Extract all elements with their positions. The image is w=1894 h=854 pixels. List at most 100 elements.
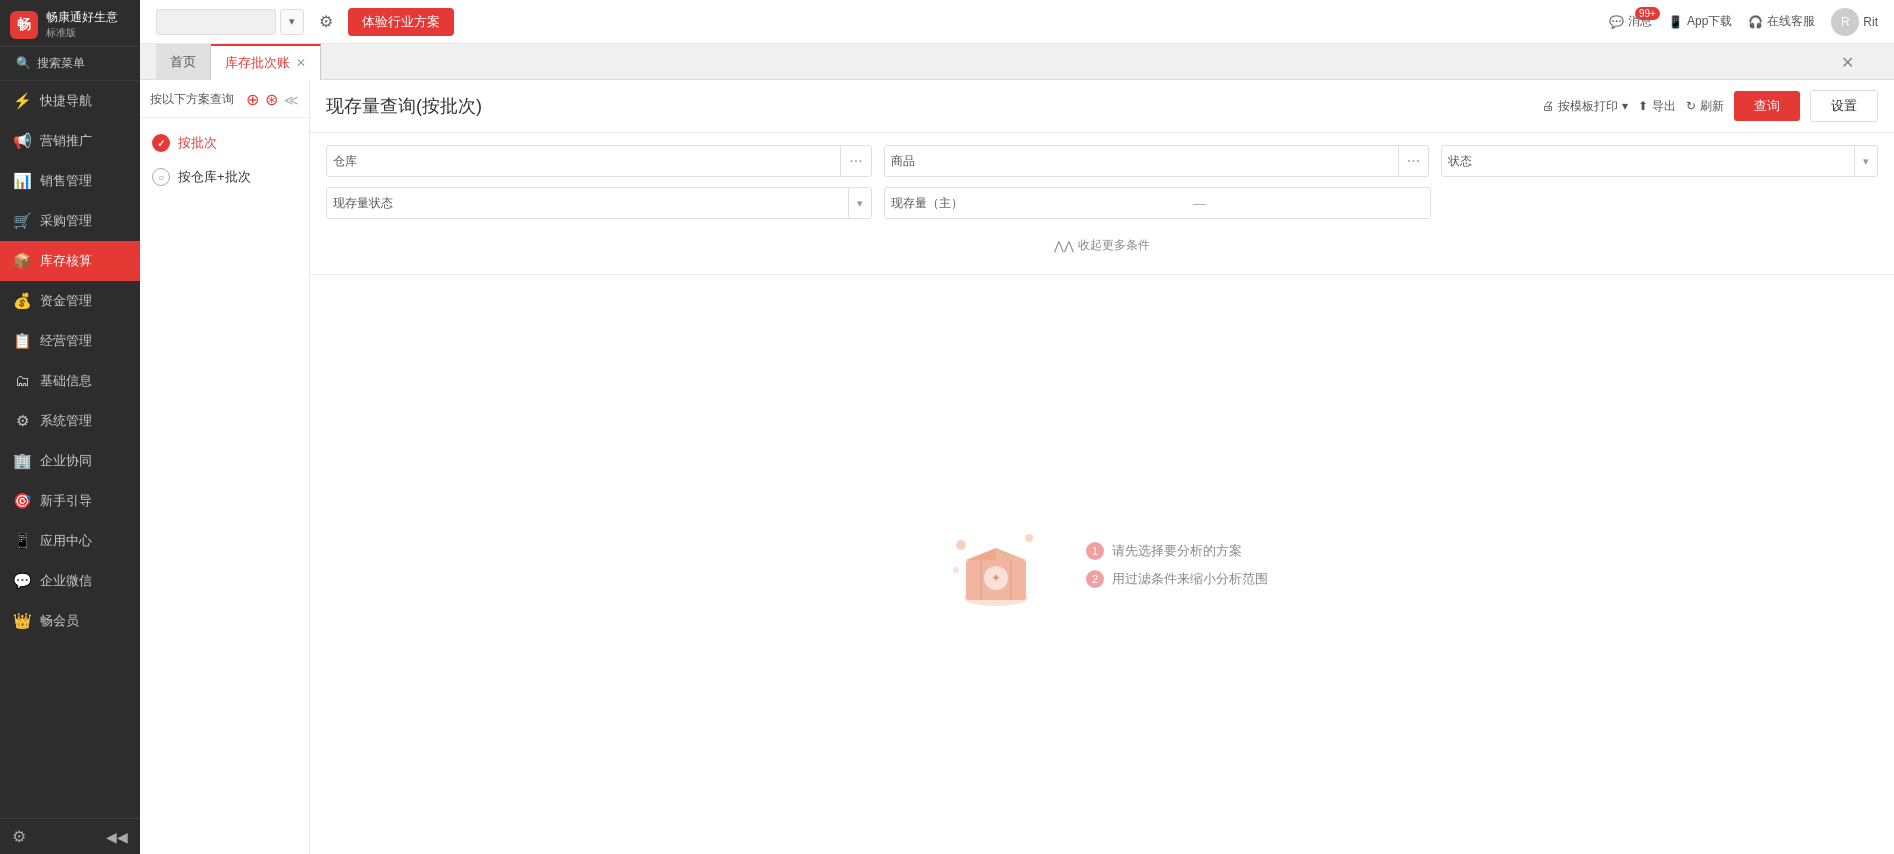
empty-tip-2: 2 用过滤条件来缩小分析范围 xyxy=(1086,570,1268,588)
add-scheme-button[interactable]: ⊕ xyxy=(246,90,259,109)
query-button[interactable]: 查询 xyxy=(1734,91,1800,121)
sidebar-item-app-center[interactable]: 📱 应用中心 xyxy=(0,521,140,561)
app-download-button[interactable]: 📱 App下载 xyxy=(1668,13,1732,30)
collapse-more-button[interactable]: ⋀⋀ 收起更多条件 xyxy=(326,229,1878,262)
product-more-icon[interactable]: ··· xyxy=(1398,146,1428,176)
service-icon: 🎧 xyxy=(1748,15,1763,29)
title-actions: 🖨 按模板打印 ▾ ⬆ 导出 ↻ 刷新 查询 设置 xyxy=(1542,90,1878,122)
sidebar-item-vip[interactable]: 👑 畅会员 xyxy=(0,601,140,641)
scheme-dot-active: ✓ xyxy=(152,134,170,152)
sidebar-bottom: ⚙ ◀◀ xyxy=(0,818,140,854)
breadcrumb-dropdown-button[interactable]: ▾ xyxy=(280,9,304,35)
tab-close-icon[interactable]: ✕ xyxy=(296,56,306,70)
inventory-qty-label: 现存量（主） xyxy=(885,195,969,212)
sidebar-item-marketing[interactable]: 📢 营销推广 xyxy=(0,121,140,161)
collapse-sidebar-button[interactable]: ◀◀ xyxy=(106,829,128,845)
collapse-panel-button[interactable]: ≪ xyxy=(284,92,299,108)
sidebar-item-label: 新手引导 xyxy=(40,492,92,510)
inventory-status-label: 现存量状态 xyxy=(327,195,399,212)
sidebar-item-guide[interactable]: 🎯 新手引导 xyxy=(0,481,140,521)
guide-icon: 🎯 xyxy=(12,491,32,511)
filter-row-2: 现存量状态 ▾ 现存量（主） — xyxy=(326,187,1878,219)
page-settings-button[interactable]: 设置 xyxy=(1810,90,1878,122)
sidebar: 畅 畅康通好生意 标准版 🔍 搜索菜单 ⚡ 快捷导航 📢 营销推广 📊 销售管理… xyxy=(0,0,140,854)
inventory-status-filter: 现存量状态 ▾ xyxy=(326,187,872,219)
system-icon: ⚙ xyxy=(12,411,32,431)
status-dropdown-icon[interactable]: ▾ xyxy=(1854,146,1877,176)
sidebar-item-quick-nav[interactable]: ⚡ 快捷导航 xyxy=(0,81,140,121)
export-button[interactable]: ⬆ 导出 xyxy=(1638,98,1676,115)
top-header-right: 💬 消息 99+ 📱 App下载 🎧 在线客服 R Rit xyxy=(1609,8,1878,36)
scheme-item-by-warehouse-batch[interactable]: ○ 按仓库+批次 xyxy=(140,160,309,194)
breadcrumb-input[interactable] xyxy=(156,9,276,35)
try-industry-button[interactable]: 体验行业方案 xyxy=(348,8,454,36)
tip-2-number: 2 xyxy=(1086,570,1104,588)
sidebar-item-label: 畅会员 xyxy=(40,612,79,630)
settings-gear-button[interactable]: ⚙ xyxy=(12,827,26,846)
collapse-up-icon: ⋀⋀ xyxy=(1054,239,1074,253)
sidebar-item-inventory[interactable]: 📦 库存核算 xyxy=(0,241,140,281)
wechat-icon: 💬 xyxy=(12,571,32,591)
avatar: R xyxy=(1831,8,1859,36)
scheme-item-by-batch[interactable]: ✓ 按批次 xyxy=(140,126,309,160)
user-area[interactable]: R Rit xyxy=(1831,8,1878,36)
scheme-label: 按批次 xyxy=(178,134,217,152)
sidebar-item-label: 企业微信 xyxy=(40,572,92,590)
app-download-label: App下载 xyxy=(1687,13,1732,30)
product-input[interactable] xyxy=(921,146,1398,176)
scheme-dot-inactive: ○ xyxy=(152,168,170,186)
sidebar-item-label: 应用中心 xyxy=(40,532,92,550)
print-icon: 🖨 xyxy=(1542,99,1554,113)
svg-point-9 xyxy=(953,567,959,573)
inventory-qty-to-input[interactable] xyxy=(1210,188,1430,218)
search-menu-button[interactable]: 🔍 搜索菜单 xyxy=(0,47,140,81)
online-service-label: 在线客服 xyxy=(1767,13,1815,30)
top-header: ▾ ⚙ 体验行业方案 💬 消息 99+ 📱 App下载 🎧 在线客服 R Rit xyxy=(140,0,1894,44)
sidebar-item-purchase[interactable]: 🛒 采购管理 xyxy=(0,201,140,241)
empty-box-svg: ✦ xyxy=(941,510,1051,620)
sidebar-item-wechat[interactable]: 💬 企业微信 xyxy=(0,561,140,601)
close-tab-button[interactable]: ✕ xyxy=(1841,52,1854,71)
print-button[interactable]: 🖨 按模板打印 ▾ xyxy=(1542,98,1628,115)
app-download-icon: 📱 xyxy=(1668,15,1683,29)
tip-2-text: 用过滤条件来缩小分析范围 xyxy=(1112,570,1268,588)
empty-tips: 1 请先选择要分析的方案 2 用过滤条件来缩小分析范围 xyxy=(1086,542,1268,588)
empty-illustration: ✦ xyxy=(936,505,1056,625)
search-menu-label: 搜索菜单 xyxy=(37,55,85,72)
left-panel-actions: ⊕ ⊛ ≪ xyxy=(246,90,299,109)
warehouse-filter: 仓库 ··· xyxy=(326,145,872,177)
warehouse-input[interactable] xyxy=(363,146,840,176)
tab-inventory-batch[interactable]: 库存批次账 ✕ xyxy=(211,44,321,80)
message-button[interactable]: 💬 消息 99+ xyxy=(1609,13,1652,30)
user-name: Rit xyxy=(1863,15,1878,29)
inventory-status-input[interactable] xyxy=(399,188,848,218)
export-label: 导出 xyxy=(1652,98,1676,115)
app-title-area: 畅康通好生意 标准版 xyxy=(46,10,118,40)
sidebar-item-basics[interactable]: 🗂 基础信息 xyxy=(0,361,140,401)
right-area: 现存量查询(按批次) 🖨 按模板打印 ▾ ⬆ 导出 ↻ 刷新 xyxy=(310,80,1894,854)
tab-home[interactable]: 首页 xyxy=(156,44,211,80)
page-title: 现存量查询(按批次) xyxy=(326,94,482,118)
sidebar-item-enterprise[interactable]: 🏢 企业协同 xyxy=(0,441,140,481)
warehouse-filter-label: 仓库 xyxy=(327,153,363,170)
tip-1-number: 1 xyxy=(1086,542,1104,560)
operations-icon: 📋 xyxy=(12,331,32,351)
sidebar-item-finance[interactable]: 💰 资金管理 xyxy=(0,281,140,321)
warehouse-more-icon[interactable]: ··· xyxy=(840,146,870,176)
sidebar-item-sales[interactable]: 📊 销售管理 xyxy=(0,161,140,201)
svg-text:✦: ✦ xyxy=(991,571,1001,585)
header-gear-button[interactable]: ⚙ xyxy=(312,8,340,36)
sidebar-item-system[interactable]: ⚙ 系统管理 xyxy=(0,401,140,441)
sidebar-item-operations[interactable]: 📋 经营管理 xyxy=(0,321,140,361)
scheme-settings-button[interactable]: ⊛ xyxy=(265,90,278,109)
qty-range-dash: — xyxy=(1189,196,1210,211)
inventory-status-dropdown-icon[interactable]: ▾ xyxy=(848,188,871,218)
status-input[interactable] xyxy=(1478,146,1854,176)
tip-1-text: 请先选择要分析的方案 xyxy=(1112,542,1242,560)
online-service-button[interactable]: 🎧 在线客服 xyxy=(1748,13,1815,30)
sidebar-item-label: 资金管理 xyxy=(40,292,92,310)
refresh-button[interactable]: ↻ 刷新 xyxy=(1686,98,1724,115)
export-icon: ⬆ xyxy=(1638,99,1648,113)
empty-tip-1: 1 请先选择要分析的方案 xyxy=(1086,542,1268,560)
inventory-qty-from-input[interactable] xyxy=(969,188,1189,218)
